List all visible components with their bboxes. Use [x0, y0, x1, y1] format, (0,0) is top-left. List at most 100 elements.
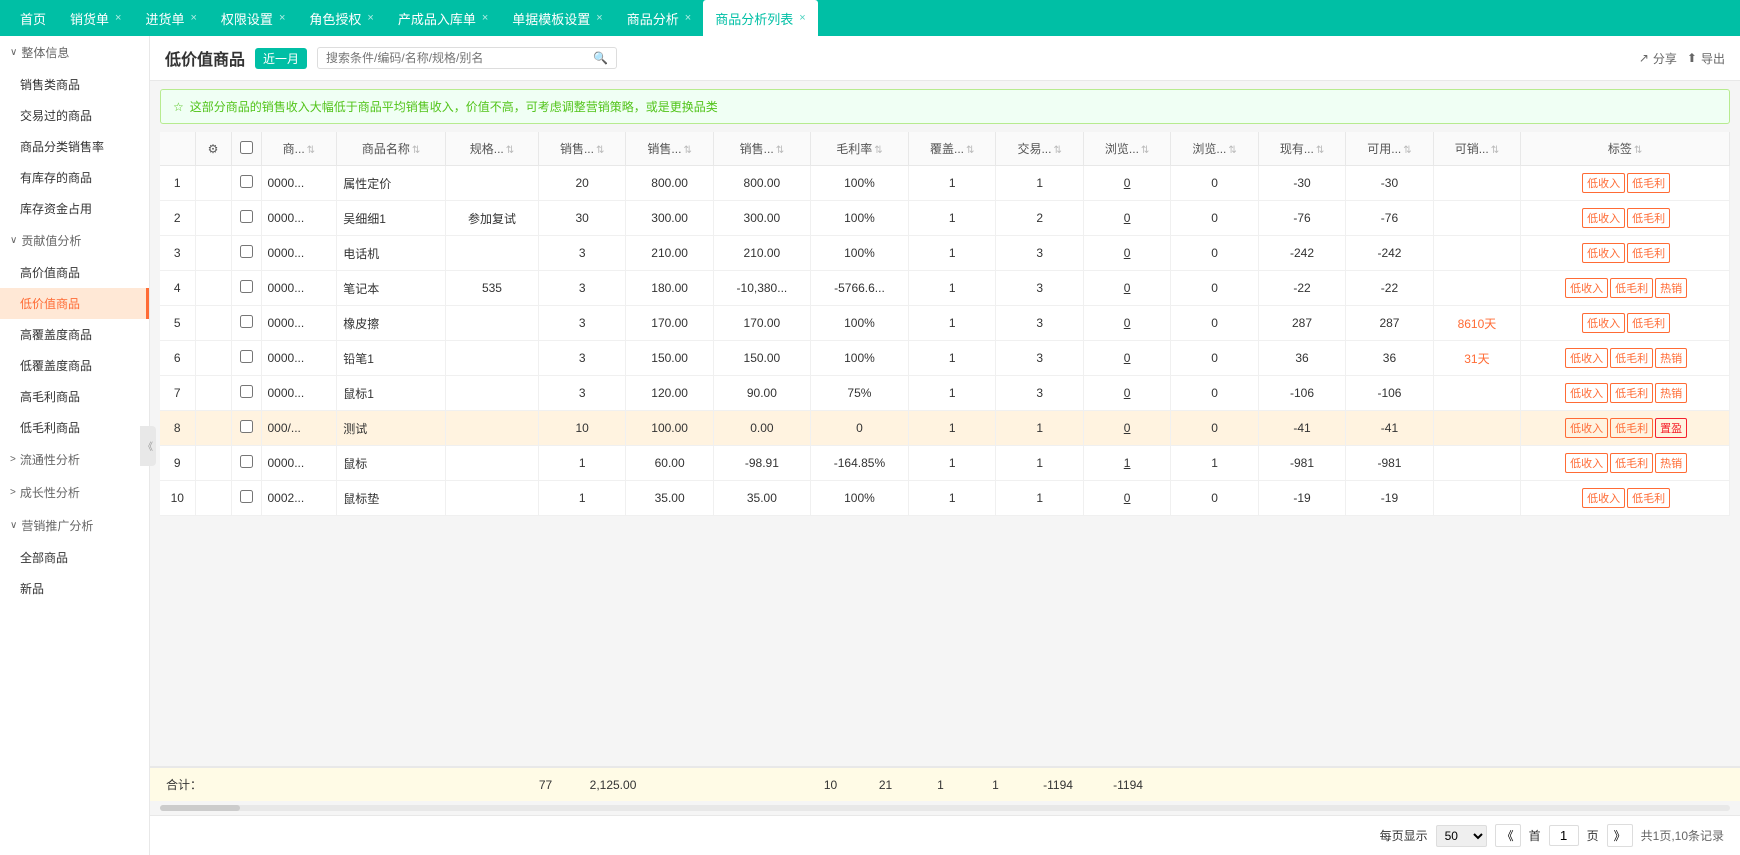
sidebar-item-high-value[interactable]: 高价值商品: [0, 257, 149, 288]
sidebar-group-circulation[interactable]: > 流通性分析: [0, 443, 149, 476]
views-link[interactable]: 0: [1124, 351, 1131, 365]
search-icon[interactable]: 🔍: [593, 51, 608, 65]
views-link[interactable]: 0: [1124, 491, 1131, 505]
col-avail-stock-cell: -19: [1346, 481, 1433, 516]
sidebar-item-all-products[interactable]: 全部商品: [0, 542, 149, 573]
col-spec-cell: [446, 481, 539, 516]
row-checkbox[interactable]: [240, 245, 253, 258]
sidebar-group-overall[interactable]: ∨ 整体信息: [0, 36, 149, 69]
views-link[interactable]: 0: [1124, 386, 1131, 400]
nav-product-storage[interactable]: 产成品入库单 ×: [386, 0, 500, 36]
col-name-cell: 属性定价: [337, 166, 446, 201]
search-input[interactable]: [326, 51, 593, 65]
row-checkbox[interactable]: [240, 210, 253, 223]
sidebar-item-high-coverage[interactable]: 高覆盖度商品: [0, 319, 149, 350]
col-code-cell: 0000...: [261, 341, 337, 376]
last-page-button[interactable]: 》: [1607, 824, 1633, 847]
first-page-button[interactable]: 《: [1495, 824, 1521, 847]
sidebar-item-sales-products[interactable]: 销售类商品: [0, 69, 149, 100]
footer-sales-avg: [653, 778, 733, 792]
col-views1-cell: 0: [1083, 411, 1170, 446]
col-avail-stock-cell: 36: [1346, 341, 1433, 376]
horizontal-scrollbar[interactable]: [160, 805, 1730, 811]
close-icon[interactable]: ×: [685, 12, 691, 24]
row-checkbox[interactable]: [240, 490, 253, 503]
select-all-checkbox[interactable]: [240, 141, 253, 154]
views-link[interactable]: 0: [1124, 176, 1131, 190]
export-button[interactable]: ⬆ 导出: [1687, 50, 1725, 67]
col-name-cell: 测试: [337, 411, 446, 446]
col-sales-qty-cell: 1: [538, 481, 625, 516]
row-checkbox[interactable]: [240, 315, 253, 328]
col-gross-rate-cell: 0: [810, 411, 908, 446]
sidebar-item-inventory-capital[interactable]: 库存资金占用: [0, 193, 149, 224]
col-avail-stock-cell: -106: [1346, 376, 1433, 411]
col-code-cell: 0002...: [261, 481, 337, 516]
sidebar-item-low-value[interactable]: 低价值商品: [0, 288, 149, 319]
share-button[interactable]: ↗ 分享: [1639, 50, 1677, 67]
nav-permission[interactable]: 权限设置 ×: [209, 0, 297, 36]
footer-spec: [458, 778, 518, 792]
views-link[interactable]: 1: [1124, 456, 1131, 470]
col-settings-cell: [195, 376, 231, 411]
col-tags: 标签⇅: [1521, 132, 1730, 166]
col-transaction-cell: 3: [996, 376, 1083, 411]
col-coverage-cell: 1: [908, 446, 995, 481]
nav-role-auth[interactable]: 角色授权 ×: [297, 0, 385, 36]
sidebar-item-traded-products[interactable]: 交易过的商品: [0, 100, 149, 131]
views-link[interactable]: 0: [1124, 281, 1131, 295]
sidebar-item-stocked-products[interactable]: 有库存的商品: [0, 162, 149, 193]
close-icon[interactable]: ×: [279, 12, 285, 24]
tag-label: 低毛利: [1610, 383, 1653, 403]
nav-purchase-order[interactable]: 进货单 ×: [133, 0, 208, 36]
sidebar-group-marketing[interactable]: ∨ 营销推广分析: [0, 509, 149, 542]
nav-home[interactable]: 首页: [8, 0, 58, 36]
col-settings[interactable]: ⚙: [195, 132, 231, 166]
row-checkbox[interactable]: [240, 420, 253, 433]
close-icon[interactable]: ×: [190, 12, 196, 24]
col-tags-cell: 低收入低毛利热销: [1521, 376, 1730, 411]
page-number-input[interactable]: [1549, 825, 1579, 846]
close-icon[interactable]: ×: [799, 12, 805, 24]
scrollbar-thumb[interactable]: [160, 805, 240, 811]
sidebar-group-growth[interactable]: > 成长性分析: [0, 476, 149, 509]
tag-label: 低毛利: [1610, 278, 1653, 298]
views-link[interactable]: 0: [1124, 316, 1131, 330]
row-checkbox[interactable]: [240, 280, 253, 293]
nav-product-analysis[interactable]: 商品分析 ×: [615, 0, 703, 36]
col-spec-cell: [446, 411, 539, 446]
page-size-select[interactable]: 50 20 100: [1436, 825, 1487, 847]
views-link[interactable]: 0: [1124, 246, 1131, 260]
close-icon[interactable]: ×: [482, 12, 488, 24]
close-icon[interactable]: ×: [367, 12, 373, 24]
col-name-cell: 鼠标1: [337, 376, 446, 411]
row-checkbox[interactable]: [240, 175, 253, 188]
sidebar-collapse-button[interactable]: 《: [140, 426, 156, 466]
col-current-stock-cell: -30: [1258, 166, 1345, 201]
row-checkbox[interactable]: [240, 455, 253, 468]
row-checkbox[interactable]: [240, 350, 253, 363]
sidebar-item-high-margin[interactable]: 高毛利商品: [0, 381, 149, 412]
col-coverage-cell: 1: [908, 236, 995, 271]
views-link[interactable]: 0: [1124, 421, 1131, 435]
sidebar-group-contribution[interactable]: ∨ 贡献值分析: [0, 224, 149, 257]
close-icon[interactable]: ×: [596, 12, 602, 24]
row-checkbox[interactable]: [240, 385, 253, 398]
col-sales-amt-cell: 300.00: [626, 201, 713, 236]
col-sales-amt-cell: 120.00: [626, 376, 713, 411]
nav-template-settings[interactable]: 单据模板设置 ×: [500, 0, 614, 36]
tag-label: 低收入: [1582, 243, 1625, 263]
sidebar-item-category-sales[interactable]: 商品分类销售率: [0, 131, 149, 162]
views-link[interactable]: 0: [1124, 211, 1131, 225]
sidebar-item-new-products[interactable]: 新品: [0, 573, 149, 604]
nav-product-analysis-list[interactable]: 商品分析列表 ×: [703, 0, 817, 36]
col-avail-stock-cell: 287: [1346, 306, 1433, 341]
close-icon[interactable]: ×: [115, 12, 121, 24]
period-badge[interactable]: 近一月: [255, 48, 307, 69]
nav-sales-order[interactable]: 销货单 ×: [58, 0, 133, 36]
col-saleable-stock-cell: [1433, 411, 1520, 446]
col-transaction-cell: 1: [996, 481, 1083, 516]
sidebar-item-low-coverage[interactable]: 低覆盖度商品: [0, 350, 149, 381]
col-transaction-cell: 1: [996, 166, 1083, 201]
sidebar-item-low-margin[interactable]: 低毛利商品: [0, 412, 149, 443]
